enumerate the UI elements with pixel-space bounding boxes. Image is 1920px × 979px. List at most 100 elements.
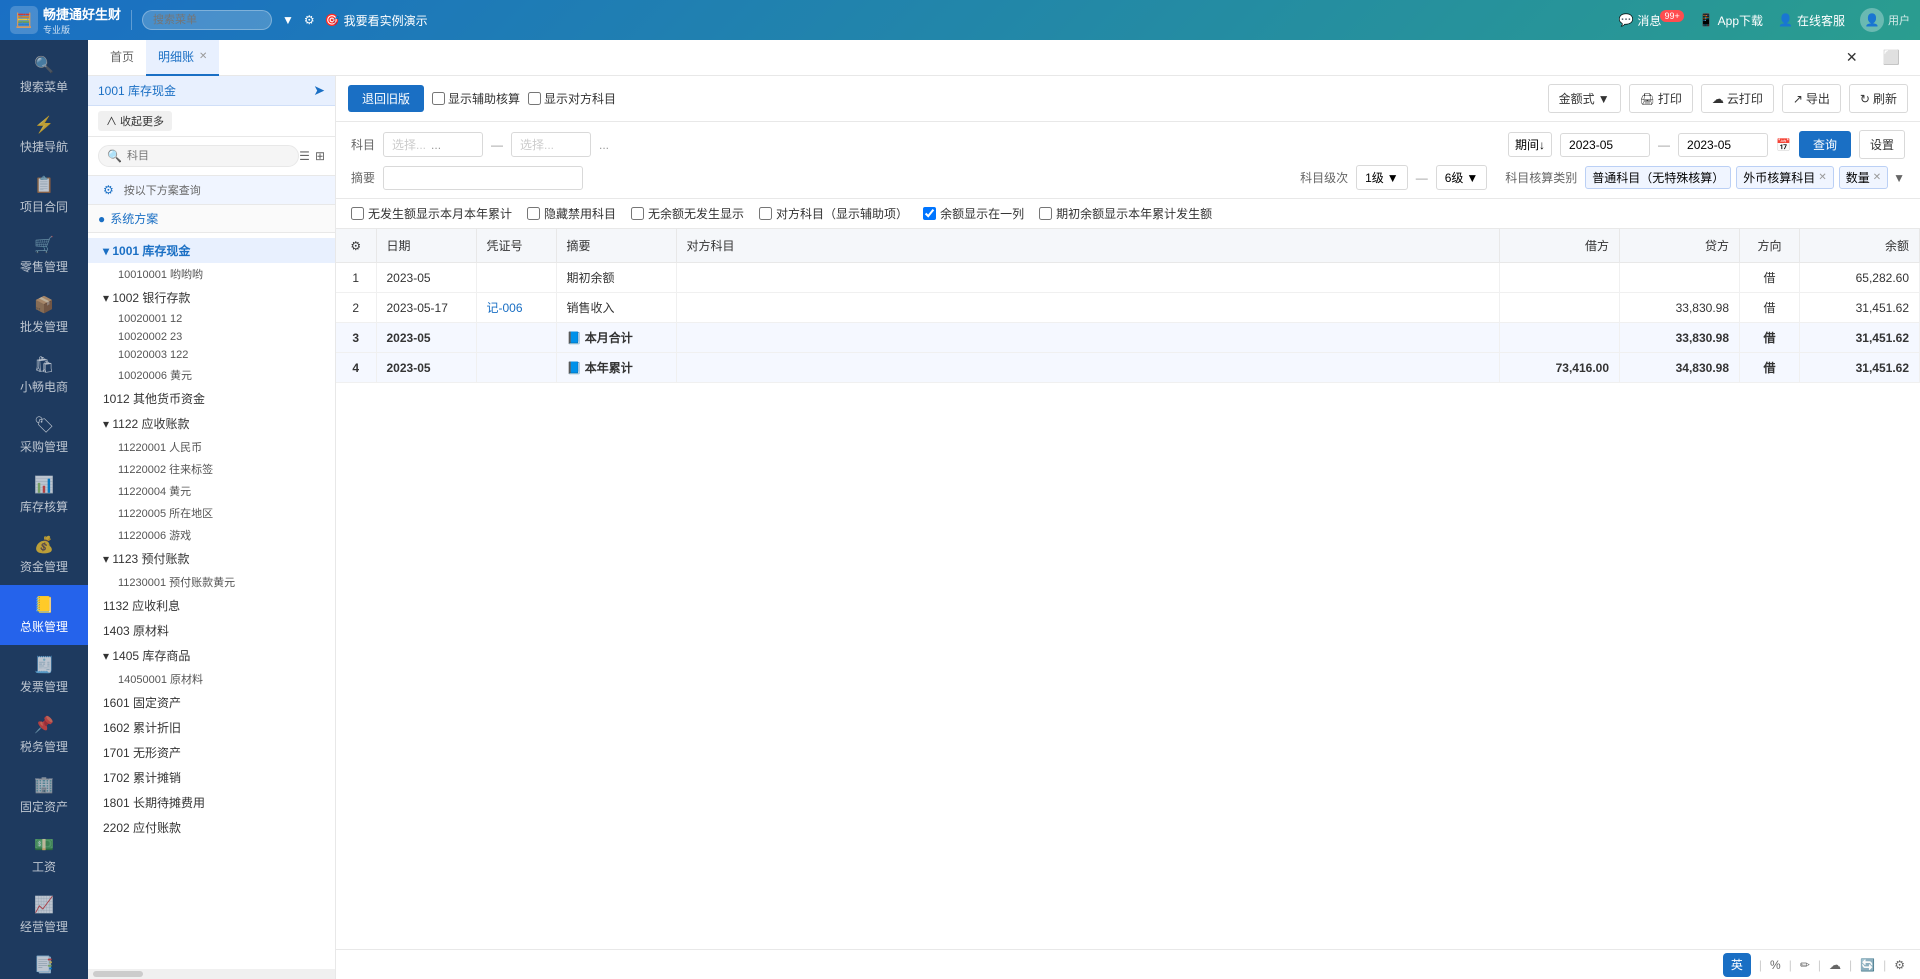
expand-more-button[interactable]: ∧ 收起更多 [98,111,172,131]
tree-item-10020002[interactable]: 10020002 23 [88,328,335,346]
tree-item-1405[interactable]: ▾ 1405 库存商品 [88,643,335,668]
global-search-input[interactable] [142,10,272,30]
account-search-input[interactable] [127,150,187,162]
online-service-button[interactable]: 👤 在线客服 [1778,12,1845,29]
checkbox-show-contra-aux[interactable] [759,207,772,220]
user-area[interactable]: 👤 用户 [1860,8,1910,32]
level-from-select[interactable]: 1级 ▼ [1356,165,1408,190]
sidebar-item-inventory[interactable]: 📊 库存核算 [0,465,88,525]
print-button[interactable]: 🖨 打印 [1629,84,1693,113]
query-button[interactable]: 查询 [1799,131,1851,158]
tree-item-11230001[interactable]: 11230001 预付账款黄元 [88,571,335,593]
subject-to-input[interactable]: 选择... [511,132,591,157]
settings2-icon[interactable]: ⚙ [1894,958,1905,972]
tree-item-10020001[interactable]: 10020001 12 [88,310,335,328]
percent-icon[interactable]: % [1770,958,1781,972]
sidebar-item-tax[interactable]: 📌 税务管理 [0,705,88,765]
tree-item-1123[interactable]: ▾ 1123 预付账款 [88,546,335,571]
cloud2-icon[interactable]: 🔄 [1860,958,1875,972]
sidebar-item-project[interactable]: 📋 项目合同 [0,165,88,225]
tree-item-11220006[interactable]: 11220006 游戏 [88,524,335,546]
tree-item-1002[interactable]: ▾ 1002 银行存款 [88,285,335,310]
show-contra-checkbox[interactable] [528,92,541,105]
sidebar-item-salary[interactable]: 💵 工资 [0,825,88,885]
option-one-col[interactable]: 余额显示在一列 [923,205,1024,222]
option-no-balance[interactable]: 无发生额显示本月本年累计 [351,205,512,222]
tree-item-1801[interactable]: 1801 长期待摊费用 [88,790,335,815]
sidebar-item-purchase[interactable]: 🏷 采购管理 [0,405,88,465]
tree-item-1122[interactable]: ▾ 1122 应收账款 [88,411,335,436]
scheme-config-icon[interactable]: ⚙ [103,183,114,197]
sidebar-item-wholesale[interactable]: 📦 批发管理 [0,285,88,345]
tree-item-1601[interactable]: 1601 固定资产 [88,690,335,715]
tree-item-10010001[interactable]: 10010001 哟哟哟 [88,263,335,285]
app-dropdown[interactable]: ▼ [282,13,294,27]
demo-link[interactable]: 🎯 我要看实例演示 [325,12,428,29]
checkbox-one-col[interactable] [923,207,936,220]
sidebar-item-quick[interactable]: ⚡ 快捷导航 [0,105,88,165]
window-maximize-button[interactable]: ⬜ [1873,44,1910,71]
show-contra-checkbox-label[interactable]: 显示对方科目 [528,90,616,107]
back-old-version-button[interactable]: 退回旧版 [348,85,424,112]
tree-item-10020003[interactable]: 10020003 122 [88,346,335,364]
sidebar-item-retail[interactable]: 🛒 零售管理 [0,225,88,285]
sidebar-item-mgmt[interactable]: 📈 经营管理 [0,885,88,945]
tree-item-1702[interactable]: 1702 累计摊销 [88,765,335,790]
list-view-icon[interactable]: ☰ [299,149,310,163]
tree-item-1001[interactable]: ▾ 1001 库存现金 [88,238,335,263]
refresh-button[interactable]: ↻ 刷新 [1849,84,1908,113]
account-search-box[interactable]: 🔍 [98,145,299,167]
period-start-input[interactable] [1560,133,1650,157]
option-hide-disabled[interactable]: 隐藏禁用科目 [527,205,616,222]
navigate-account-button[interactable]: ➤ [313,82,325,99]
tree-view-icon[interactable]: ⊞ [315,149,325,163]
tree-item-1012[interactable]: 1012 其他货币资金 [88,386,335,411]
edit-icon[interactable]: ✏ [1800,958,1810,972]
tree-item-11220001[interactable]: 11220001 人民币 [88,436,335,458]
summary-input[interactable] [383,166,583,190]
tree-item-11220004[interactable]: 11220004 黄元 [88,480,335,502]
period-select[interactable]: 期间↓ [1508,132,1552,157]
subject-input[interactable]: 选择... ... [383,132,483,157]
message-button[interactable]: 💬 消息 99+ [1618,12,1683,29]
scrollbar-thumb[interactable] [93,971,143,977]
checkbox-no-balance[interactable] [351,207,364,220]
sidebar-item-ecommerce[interactable]: 🛍 小畅电商 [0,345,88,405]
period-end-input[interactable] [1678,133,1768,157]
tree-item-1132[interactable]: 1132 应收利息 [88,593,335,618]
show-aux-checkbox-label[interactable]: 显示辅助核算 [432,90,520,107]
show-aux-checkbox[interactable] [432,92,445,105]
scheme-name[interactable]: 系统方案 [110,210,158,227]
sidebar-item-invoice[interactable]: 🧾 发票管理 [0,645,88,705]
option-no-contra[interactable]: 无余额无发生显示 [631,205,744,222]
window-close-button[interactable]: ✕ [1836,44,1868,71]
option-show-year-acc[interactable]: 期初余额显示本年累计发生额 [1039,205,1212,222]
category-dropdown-icon[interactable]: ▼ [1893,171,1905,185]
filter-settings-button[interactable]: 设置 [1859,130,1905,159]
header-gear-button[interactable]: ⚙ [304,13,315,27]
tab-close-icon[interactable]: ✕ [199,51,207,62]
col-gear[interactable]: ⚙ [336,229,376,263]
calendar-icon[interactable]: 📅 [1776,138,1791,152]
checkbox-show-year-acc[interactable] [1039,207,1052,220]
tree-item-14050001[interactable]: 14050001 原材料 [88,668,335,690]
tree-item-1701[interactable]: 1701 无形资产 [88,740,335,765]
sidebar-item-assets[interactable]: 🏢 固定资产 [0,765,88,825]
option-show-contra-aux[interactable]: 对方科目（显示辅助项） [759,205,908,222]
tree-item-11220002[interactable]: 11220002 往来标签 [88,458,335,480]
tree-item-1403[interactable]: 1403 原材料 [88,618,335,643]
sidebar-item-report[interactable]: 📑 小畅报销 [0,945,88,979]
translate-button[interactable]: 英 [1723,953,1751,977]
tree-item-1602[interactable]: 1602 累计折旧 [88,715,335,740]
cloud-icon[interactable]: ☁ [1829,958,1841,972]
app-download-button[interactable]: 📱 App下载 [1699,12,1763,29]
tree-item-2202[interactable]: 2202 应付账款 [88,815,335,840]
voucher-link-2[interactable]: 记-006 [487,301,523,315]
tree-item-10020006[interactable]: 10020006 黄元 [88,364,335,386]
sidebar-item-accounting[interactable]: 📒 总账管理 [0,585,88,645]
tree-item-11220005[interactable]: 11220005 所在地区 [88,502,335,524]
tab-home[interactable]: 首页 [98,40,146,76]
tag-quantity-close[interactable]: ✕ [1873,172,1881,183]
account-tree-scrollbar[interactable] [88,969,335,979]
export-button[interactable]: ↗ 导出 [1782,84,1841,113]
